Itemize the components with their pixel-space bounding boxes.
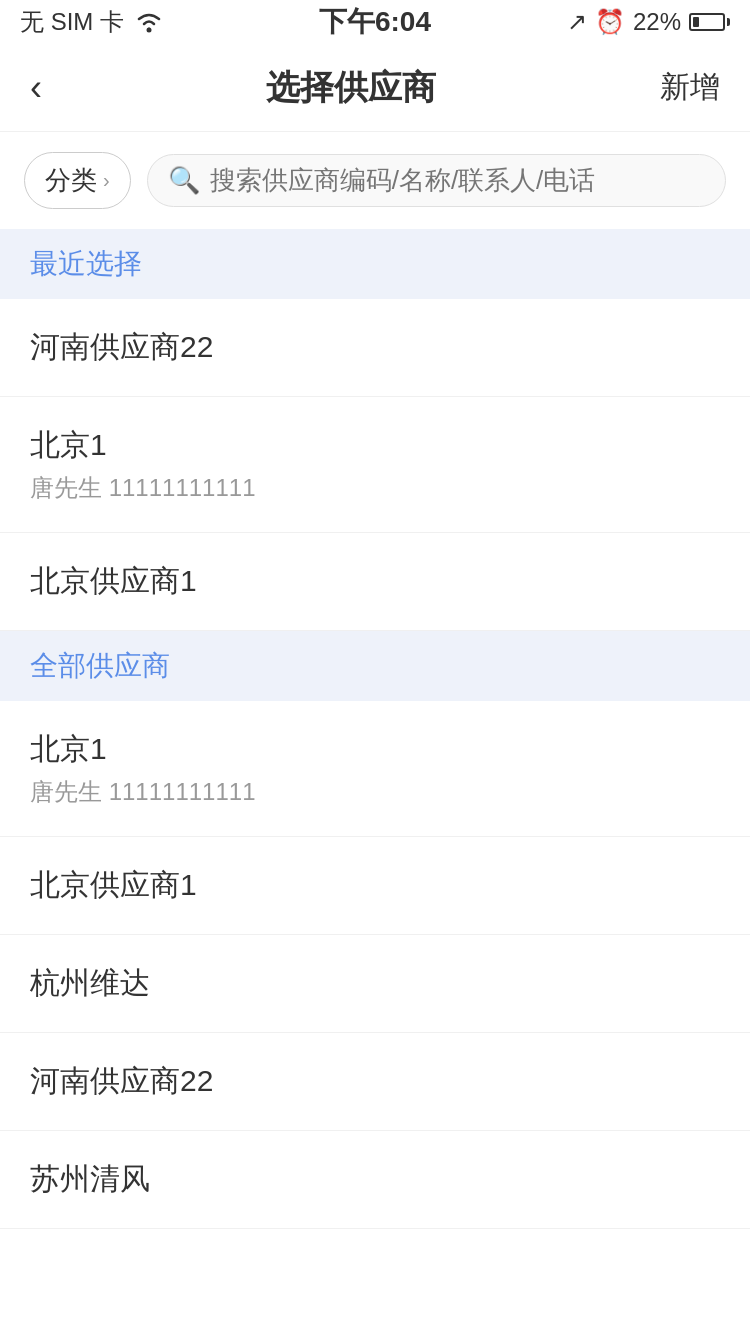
all-list: 北京1 唐先生 11111111111 北京供应商1 杭州维达河南供应商22 苏州清风: [0, 701, 750, 1229]
search-icon: 🔍: [168, 165, 200, 196]
page-title: 选择供应商: [266, 65, 436, 111]
item-sub: 唐先生 11111111111: [30, 776, 720, 808]
all-section-label: 全部供应商: [30, 650, 170, 681]
list-item[interactable]: 杭州维达: [0, 935, 750, 1033]
svg-point-0: [147, 28, 152, 33]
location-icon: ↗: [567, 8, 587, 36]
recent-section-label: 最近选择: [30, 248, 142, 279]
category-button[interactable]: 分类 ›: [24, 152, 131, 209]
list-item[interactable]: 北京供应商1: [0, 533, 750, 631]
add-button[interactable]: 新增: [660, 67, 720, 108]
battery-icon: [689, 13, 730, 31]
item-name: 河南供应商22: [30, 327, 720, 368]
wifi-icon: [134, 11, 164, 33]
status-right: ↗ ⏰ 22%: [567, 8, 730, 36]
no-sim-text: 无 SIM 卡: [20, 6, 124, 38]
search-box[interactable]: 🔍: [147, 154, 726, 207]
recent-list: 河南供应商22 北京1 唐先生 11111111111 北京供应商1: [0, 299, 750, 631]
status-bar: 无 SIM 卡 下午6:04 ↗ ⏰ 22%: [0, 0, 750, 44]
recent-section-header: 最近选择: [0, 229, 750, 299]
item-sub: 唐先生 11111111111: [30, 472, 720, 504]
search-input[interactable]: [210, 165, 705, 196]
list-item[interactable]: 北京1 唐先生 11111111111: [0, 701, 750, 837]
chevron-right-icon: ›: [103, 169, 110, 192]
list-item[interactable]: 北京供应商1: [0, 837, 750, 935]
item-name: 北京1: [30, 729, 720, 770]
item-name: 河南供应商22: [30, 1061, 720, 1102]
all-section-header: 全部供应商: [0, 631, 750, 701]
filter-bar: 分类 › 🔍: [0, 132, 750, 229]
list-item[interactable]: 苏州清风: [0, 1131, 750, 1229]
status-time: 下午6:04: [319, 3, 431, 41]
item-name: 北京供应商1: [30, 561, 720, 602]
item-name: 杭州维达: [30, 963, 720, 1004]
list-item[interactable]: 北京1 唐先生 11111111111: [0, 397, 750, 533]
list-item[interactable]: 河南供应商22: [0, 1033, 750, 1131]
status-left: 无 SIM 卡: [20, 6, 164, 38]
alarm-icon: ⏰: [595, 8, 625, 36]
category-label: 分类: [45, 163, 97, 198]
item-name: 苏州清风: [30, 1159, 720, 1200]
nav-bar: ‹ 选择供应商 新增: [0, 44, 750, 132]
list-item[interactable]: 河南供应商22: [0, 299, 750, 397]
item-name: 北京供应商1: [30, 865, 720, 906]
back-button[interactable]: ‹: [30, 67, 42, 109]
battery-percent: 22%: [633, 8, 681, 36]
item-name: 北京1: [30, 425, 720, 466]
